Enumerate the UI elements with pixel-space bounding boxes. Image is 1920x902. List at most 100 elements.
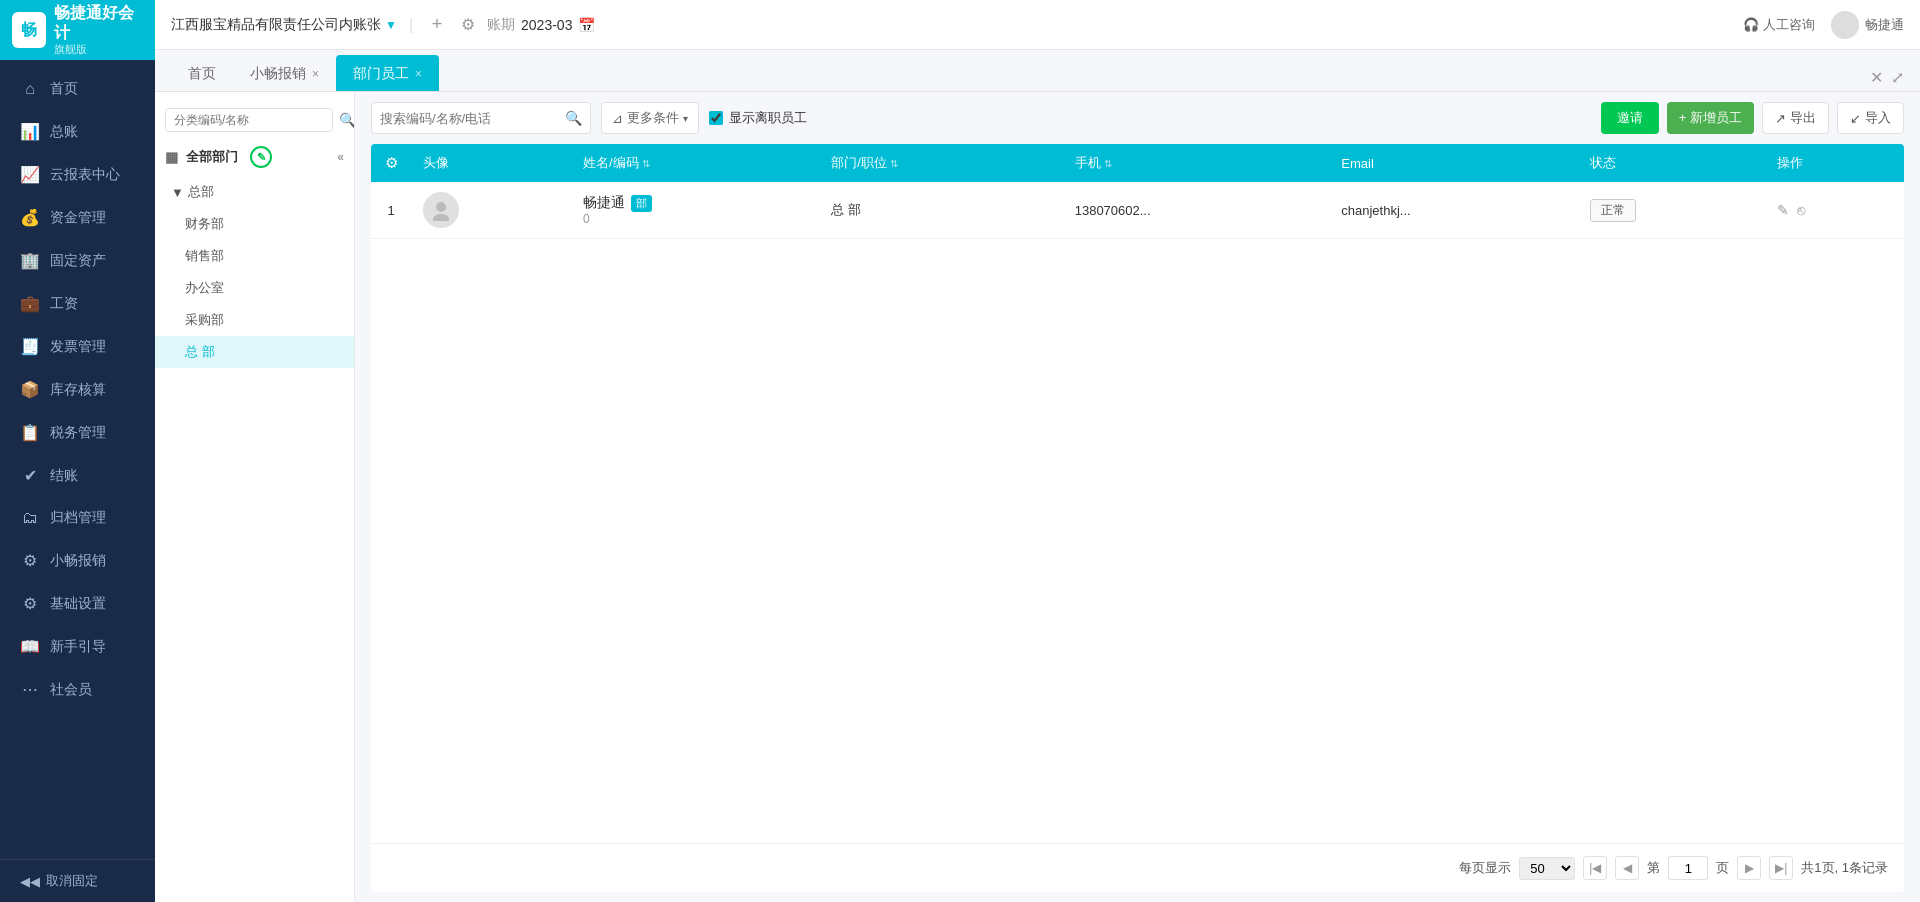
sidebar-item-home[interactable]: ⌂ 首页 — [0, 68, 155, 110]
filter-icon: ⊿ — [612, 111, 623, 126]
sidebar-item-payroll[interactable]: 💼 工资 — [0, 282, 155, 325]
col-phone[interactable]: 手机 ⇅ — [1063, 144, 1330, 182]
sidebar-item-label-funds: 资金管理 — [50, 209, 106, 227]
col-name-code[interactable]: 姓名/编码 ⇅ — [571, 144, 819, 182]
dept-item-office[interactable]: 办公室 — [155, 272, 354, 304]
tab-department[interactable]: 部门员工 × — [336, 55, 439, 91]
table-settings-icon[interactable]: ⚙ — [385, 154, 398, 171]
topbar-settings-icon[interactable]: ⚙ — [461, 15, 475, 34]
add-employee-button[interactable]: + 新增员工 — [1667, 102, 1754, 134]
period-label: 账期 — [487, 16, 515, 34]
sort-dept-icon: ⇅ — [890, 158, 898, 169]
next-page-button[interactable]: ▶ — [1737, 856, 1761, 880]
dept-item-purchase[interactable]: 采购部 — [155, 304, 354, 336]
dept-parent-arrow: ▼ — [171, 185, 184, 200]
action-icons: ✎ ⎋ — [1777, 202, 1892, 218]
funds-icon: 💰 — [20, 208, 40, 227]
sidebar-item-archive[interactable]: 🗂 归档管理 — [0, 497, 155, 539]
delete-employee-icon[interactable]: ⎋ — [1797, 202, 1805, 218]
sidebar-item-label-invoice: 发票管理 — [50, 338, 106, 356]
invite-button[interactable]: 邀请 — [1601, 102, 1659, 134]
dept-item-general[interactable]: 总 部 — [155, 336, 354, 368]
employee-search-input[interactable] — [380, 111, 559, 126]
support-button[interactable]: 🎧 人工咨询 — [1743, 16, 1815, 34]
col-dept-position[interactable]: 部门/职位 ⇅ — [819, 144, 1062, 182]
tab-department-close[interactable]: × — [415, 67, 422, 81]
sidebar-item-more[interactable]: ⋯ 社会员 — [0, 668, 155, 711]
show-resigned-checkbox[interactable] — [709, 111, 723, 125]
more-icon: ⋯ — [20, 680, 40, 699]
sidebar-item-inventory[interactable]: 📦 库存核算 — [0, 368, 155, 411]
dept-parent-general[interactable]: ▼ 总部 — [155, 176, 354, 208]
close-all-tabs-icon[interactable]: ✕ — [1870, 68, 1883, 87]
table-row: 1 — [371, 182, 1904, 239]
col-status: 状态 — [1578, 144, 1765, 182]
sort-phone-icon: ⇅ — [1104, 158, 1112, 169]
import-button[interactable]: ↙ 导入 — [1837, 102, 1904, 134]
filter-button[interactable]: ⊿ 更多条件 ▾ — [601, 102, 699, 134]
import-icon: ↙ — [1850, 111, 1861, 126]
sidebar-item-label-assets: 固定资产 — [50, 252, 106, 270]
sidebar-item-guide[interactable]: 📖 新手引导 — [0, 625, 155, 668]
expand-icon[interactable]: ⤢ — [1891, 68, 1904, 87]
company-selector[interactable]: 江西服宝精品有限责任公司内账张 ▼ — [171, 16, 397, 34]
last-page-button[interactable]: ▶| — [1769, 856, 1793, 880]
export-label: 导出 — [1790, 109, 1816, 127]
table-empty-space — [371, 239, 1904, 843]
sidebar-item-settings[interactable]: ⚙ 基础设置 — [0, 582, 155, 625]
calendar-icon[interactable]: 📅 — [578, 17, 595, 33]
sidebar-item-funds[interactable]: 💰 资金管理 — [0, 196, 155, 239]
export-button[interactable]: ↗ 导出 — [1762, 102, 1829, 134]
prev-page-button[interactable]: ◀ — [1615, 856, 1639, 880]
tab-home[interactable]: 首页 — [171, 55, 233, 91]
sidebar-item-invoice[interactable]: 🧾 发票管理 — [0, 325, 155, 368]
company-dropdown-icon: ▼ — [385, 18, 397, 32]
edit-employee-icon[interactable]: ✎ — [1777, 202, 1789, 218]
cell-phone: 138070602... — [1063, 182, 1330, 239]
unpin-icon: ◀◀ — [20, 874, 40, 889]
collapse-panel-button[interactable]: « — [337, 150, 344, 164]
tab-expense[interactable]: 小畅报销 × — [233, 55, 336, 91]
user-menu[interactable]: 畅捷通 — [1831, 11, 1904, 39]
page-suffix: 页 — [1716, 859, 1729, 877]
headset-icon: 🎧 — [1743, 17, 1759, 32]
dept-item-finance[interactable]: 财务部 — [155, 208, 354, 240]
per-page-select[interactable]: 20 50 100 — [1519, 857, 1575, 880]
invoice-icon: 🧾 — [20, 337, 40, 356]
col-email: Email — [1329, 144, 1578, 182]
sidebar-item-checkout[interactable]: ✔ 结账 — [0, 454, 155, 497]
sidebar-item-tax[interactable]: 📋 税务管理 — [0, 411, 155, 454]
tab-department-label: 部门员工 — [353, 65, 409, 83]
tab-home-label: 首页 — [188, 65, 216, 83]
dept-item-general-label: 总 部 — [185, 343, 215, 361]
dept-search-icon[interactable]: 🔍 — [339, 112, 355, 128]
first-page-button[interactable]: |◀ — [1583, 856, 1607, 880]
content-area: 🔍 ▦ 全部部门 ✎ « ▼ 总部 财务部 销售部 — [155, 92, 1920, 902]
employee-code: 0 — [583, 212, 807, 226]
sidebar-item-label-archive: 归档管理 — [50, 509, 106, 527]
dept-item-sales[interactable]: 销售部 — [155, 240, 354, 272]
employee-toolbar: 🔍 ⊿ 更多条件 ▾ 显示离职员工 邀请 + 新增员工 ↗ 导出 — [371, 102, 1904, 134]
show-resigned-checkbox-label[interactable]: 显示离职员工 — [709, 109, 807, 127]
sidebar-item-reports[interactable]: 📈 云报表中心 — [0, 153, 155, 196]
sidebar-item-assets[interactable]: 🏢 固定资产 — [0, 239, 155, 282]
show-resigned-label: 显示离职员工 — [729, 109, 807, 127]
all-dept-label: 全部部门 — [186, 148, 238, 166]
tab-expense-close[interactable]: × — [312, 67, 319, 81]
col-settings: ⚙ — [371, 144, 411, 182]
page-input[interactable] — [1668, 856, 1708, 880]
tabs-bar: 首页 小畅报销 × 部门员工 × ✕ ⤢ — [155, 50, 1920, 92]
topbar-period: 账期 2023-03 📅 — [487, 16, 595, 34]
sidebar-item-ledger[interactable]: 📊 总账 — [0, 110, 155, 153]
employee-search-icon[interactable]: 🔍 — [565, 110, 582, 126]
edit-dept-button[interactable]: ✎ — [250, 146, 272, 168]
dept-grid-icon: ▦ — [165, 149, 178, 165]
cell-actions: ✎ ⎋ — [1765, 182, 1904, 239]
payroll-icon: 💼 — [20, 294, 40, 313]
all-dept-header[interactable]: ▦ 全部部门 ✎ « — [155, 138, 354, 176]
sidebar-unpin[interactable]: ◀◀ 取消固定 — [0, 859, 155, 902]
add-account-button[interactable]: + — [425, 13, 449, 37]
sidebar-item-expense[interactable]: ⚙ 小畅报销 — [0, 539, 155, 582]
dept-search-input[interactable] — [165, 108, 333, 132]
sidebar-item-label-guide: 新手引导 — [50, 638, 106, 656]
